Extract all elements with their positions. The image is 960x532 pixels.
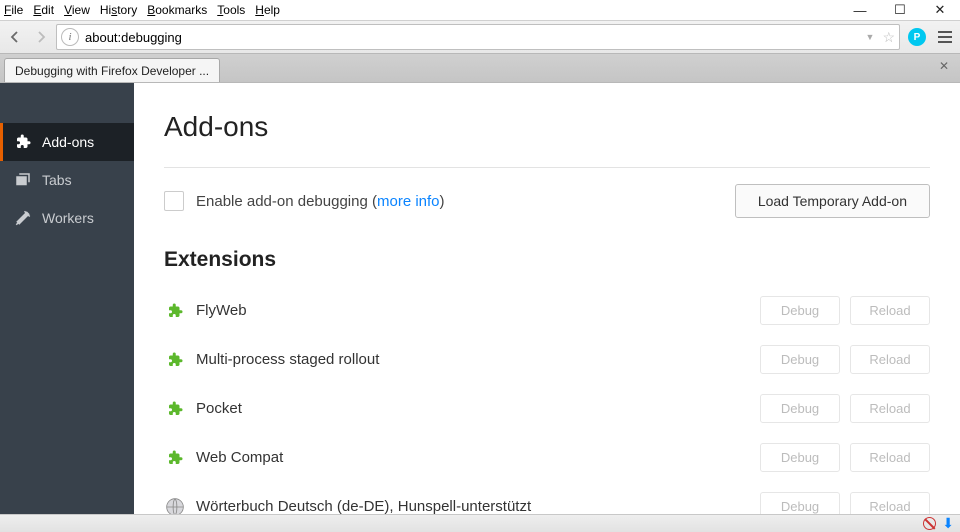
puzzle-green-icon [164,300,186,322]
content-area: Add-ons Enable add-on debugging (more in… [134,83,960,514]
sidebar-item-add-ons[interactable]: Add-ons [0,123,134,161]
identity-icon[interactable]: i [61,28,79,46]
menu-bookmarks[interactable]: Bookmarks [147,3,207,17]
enable-debugging-checkbox[interactable] [164,191,184,211]
debug-button[interactable]: Debug [760,345,840,374]
menu-history[interactable]: History [100,3,137,17]
extension-row: Wörterbuch Deutsch (de-DE), Hunspell-unt… [164,482,930,514]
sidebar-item-label: Add-ons [42,134,94,150]
extensions-list: FlyWebDebugReloadMulti-process staged ro… [164,286,930,514]
extension-name: Pocket [196,400,750,417]
main-area: Add-ons Tabs Workers Add-ons Enable add-on… [0,82,960,514]
menu-help[interactable]: Help [255,3,280,17]
divider [164,167,930,168]
extension-row: Web Compat Debug Reload [164,433,930,482]
back-button[interactable] [4,26,26,48]
puzzle-green-icon [164,447,186,469]
tab-active[interactable]: Debugging with Firefox Developer ... [4,58,220,82]
reload-button[interactable]: Reload [850,492,930,514]
pocket-icon[interactable]: P [908,28,926,46]
menu-view[interactable]: View [64,3,90,17]
downloads-icon[interactable]: ⬇ [942,515,954,532]
maximize-button[interactable]: ☐ [880,0,920,20]
tab-label: Debugging with Firefox Developer ... [15,64,209,78]
menu-edit[interactable]: Edit [33,3,54,17]
menu-tools[interactable]: Tools [217,3,245,17]
sidebar: Add-ons Tabs Workers [0,83,134,514]
extension-row: FlyWeb Debug Reload [164,286,930,335]
bookmark-star-icon[interactable]: ☆ [882,29,895,46]
noscript-icon[interactable] [923,517,936,530]
toolbar: i ▼ ☆ P [0,20,960,54]
menu-bar: File Edit View History Bookmarks Tools H… [0,0,960,20]
reload-button[interactable]: Reload [850,345,930,374]
extension-row: Multi-process staged rollout Debug Reload [164,335,930,384]
forward-button[interactable] [30,26,52,48]
sidebar-item-label: Workers [42,210,94,226]
sidebar-item-workers[interactable]: Workers [0,199,134,237]
puzzle-green-icon [164,349,186,371]
enable-row: Enable add-on debugging (more info) Load… [164,184,930,218]
sidebar-item-tabs[interactable]: Tabs [0,161,134,199]
enable-label: Enable add-on debugging (more info) [196,193,445,210]
more-info-link[interactable]: more info [377,193,440,210]
debug-button[interactable]: Debug [760,492,840,514]
sidebar-item-label: Tabs [42,172,72,188]
puzzle-icon [14,133,32,151]
reload-button[interactable]: Reload [850,394,930,423]
tabs-close-icon[interactable]: ✕ [936,58,952,74]
extension-row: Pocket Debug Reload [164,384,930,433]
globe-icon [164,496,186,515]
window-controls: — ☐ ✕ [840,0,960,20]
menu-file[interactable]: File [4,3,23,17]
close-button[interactable]: ✕ [920,0,960,20]
extension-name: Multi-process staged rollout [196,351,750,368]
tools-icon [14,209,32,227]
extension-name: Wörterbuch Deutsch (de-DE), Hunspell-unt… [196,498,750,514]
puzzle-green-icon [164,398,186,420]
menu-button[interactable] [934,26,956,48]
tab-strip: Debugging with Firefox Developer ... ✕ [0,54,960,82]
extension-name: FlyWeb [196,302,750,319]
enable-left: Enable add-on debugging (more info) [164,191,445,211]
reload-button[interactable]: Reload [850,296,930,325]
status-bar: ⬇ [0,514,960,532]
url-dropdown-icon[interactable]: ▼ [866,32,875,42]
load-temporary-addon-button[interactable]: Load Temporary Add-on [735,184,930,218]
url-bar[interactable]: i ▼ ☆ [56,24,900,50]
page-title: Add-ons [164,111,930,143]
reload-button[interactable]: Reload [850,443,930,472]
extension-name: Web Compat [196,449,750,466]
debug-button[interactable]: Debug [760,443,840,472]
debug-button[interactable]: Debug [760,394,840,423]
minimize-button[interactable]: — [840,0,880,20]
extensions-heading: Extensions [164,248,930,272]
debug-button[interactable]: Debug [760,296,840,325]
tabs-icon [14,171,32,189]
url-input[interactable] [85,30,860,45]
